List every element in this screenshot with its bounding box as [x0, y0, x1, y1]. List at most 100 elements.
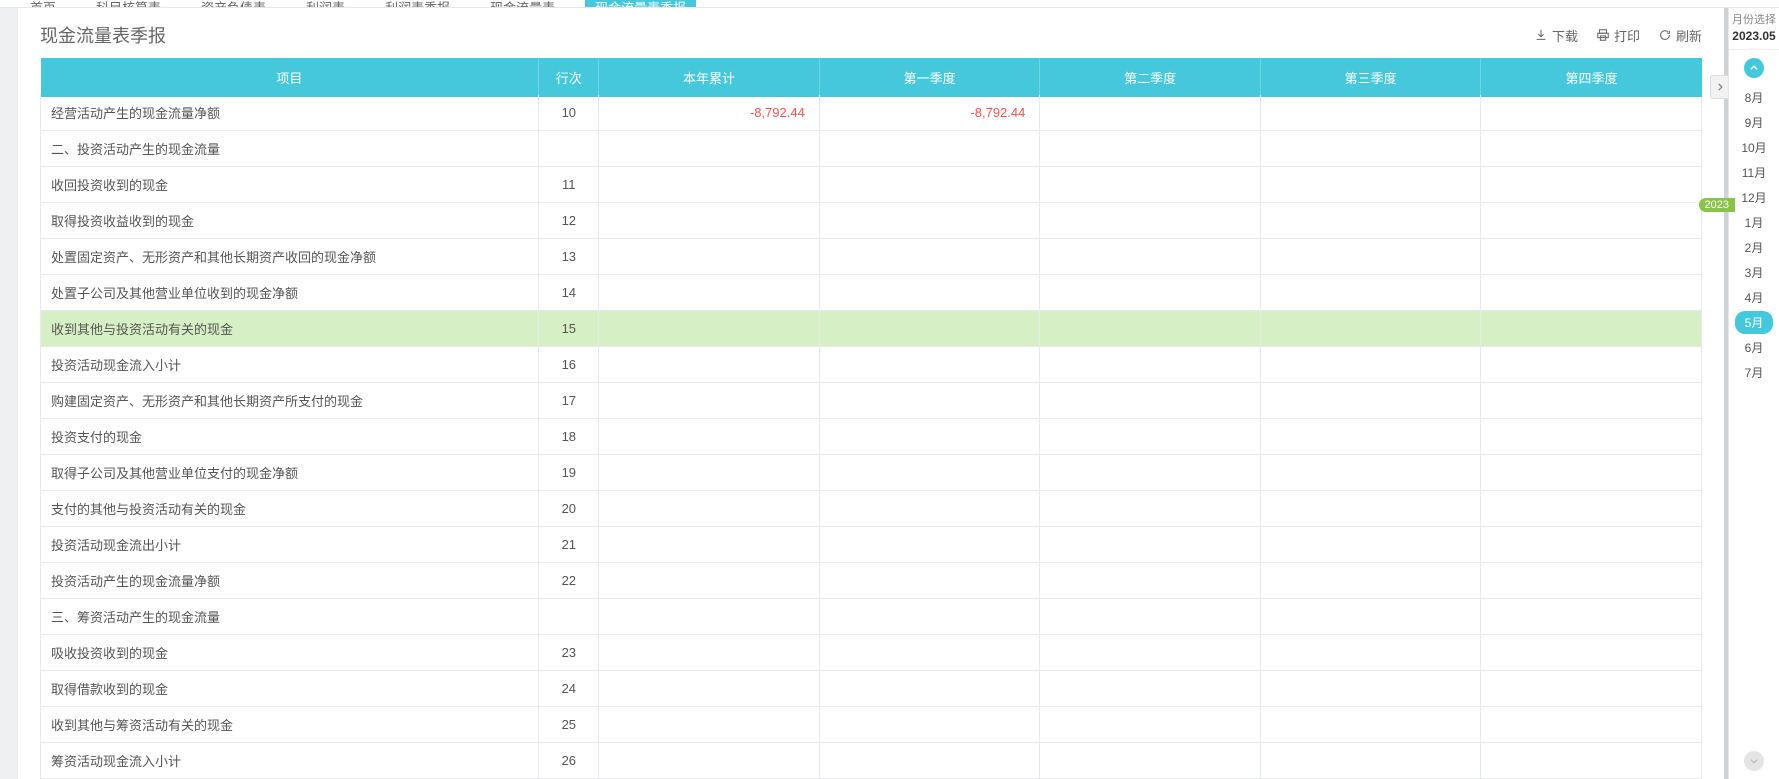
month-option[interactable]: 12月 — [1735, 186, 1773, 209]
cell-q2 — [1040, 167, 1261, 203]
month-scroll-down[interactable] — [1744, 751, 1764, 771]
cell-q1 — [819, 599, 1040, 635]
month-option[interactable]: 9月 — [1735, 111, 1773, 134]
cell-q4 — [1481, 167, 1702, 203]
month-option[interactable]: 10月 — [1735, 136, 1773, 159]
col-header-item: 项目 — [41, 58, 539, 98]
cell-ytd — [599, 239, 820, 275]
col-header-q1: 第一季度 — [819, 58, 1040, 98]
cell-q2 — [1040, 347, 1261, 383]
cell-q3 — [1260, 491, 1481, 527]
chevron-right-icon — [1715, 82, 1725, 92]
month-option[interactable]: 5月 — [1735, 311, 1773, 334]
refresh-label: 刷新 — [1676, 26, 1702, 45]
refresh-icon — [1658, 28, 1672, 42]
chevron-up-icon — [1749, 63, 1759, 73]
month-option[interactable]: 4月 — [1735, 286, 1773, 309]
month-scroll-up[interactable] — [1744, 58, 1764, 78]
table-row: 收到其他与筹资活动有关的现金25 — [41, 707, 1702, 743]
cell-q4 — [1481, 491, 1702, 527]
table-scroll[interactable]: 项目 行次 本年累计 第一季度 第二季度 第三季度 第四季度 经营活动产生的现金… — [40, 58, 1702, 779]
col-header-q3: 第三季度 — [1260, 58, 1481, 98]
cell-q2 — [1040, 455, 1261, 491]
download-label: 下载 — [1552, 26, 1578, 45]
col-header-row: 行次 — [539, 58, 599, 98]
month-option[interactable]: 7月 — [1735, 361, 1773, 384]
collapse-panel-button[interactable] — [1710, 75, 1728, 99]
cell-q1 — [819, 347, 1040, 383]
tab-4[interactable]: 利润表季报 — [375, 0, 460, 8]
cell-row: 13 — [539, 239, 599, 275]
cell-item: 收到其他与投资活动有关的现金 — [41, 311, 539, 347]
cell-row: 21 — [539, 527, 599, 563]
month-option[interactable]: 3月 — [1735, 261, 1773, 284]
cell-row — [539, 131, 599, 167]
cell-row: 12 — [539, 203, 599, 239]
cell-item: 取得子公司及其他营业单位支付的现金净额 — [41, 455, 539, 491]
tab-1[interactable]: 科目核算表 — [86, 0, 171, 8]
cell-q4 — [1481, 527, 1702, 563]
cell-ytd — [599, 527, 820, 563]
cell-row: 24 — [539, 671, 599, 707]
refresh-button[interactable]: 刷新 — [1658, 26, 1702, 45]
month-option[interactable]: 6月 — [1735, 336, 1773, 359]
cell-q1 — [819, 743, 1040, 779]
cell-ytd — [599, 203, 820, 239]
cell-ytd — [599, 167, 820, 203]
tab-0[interactable]: 首页 — [20, 0, 66, 8]
table-row: 收到其他与投资活动有关的现金15 — [41, 311, 1702, 347]
print-button[interactable]: 打印 — [1596, 26, 1640, 45]
cell-row: 15 — [539, 311, 599, 347]
cell-q1 — [819, 707, 1040, 743]
cell-q2 — [1040, 635, 1261, 671]
table-row: 取得借款收到的现金24 — [41, 671, 1702, 707]
cell-q3 — [1260, 167, 1481, 203]
cell-q3 — [1260, 527, 1481, 563]
table-row: 筹资活动现金流入小计26 — [41, 743, 1702, 779]
tab-2[interactable]: 资产负债表 — [191, 0, 276, 8]
cell-ytd — [599, 671, 820, 707]
table-row: 投资活动现金流入小计16 — [41, 347, 1702, 383]
month-option[interactable]: 8月 — [1735, 86, 1773, 109]
cell-item: 取得借款收到的现金 — [41, 671, 539, 707]
download-button[interactable]: 下载 — [1534, 26, 1578, 45]
tab-3[interactable]: 利润表 — [296, 0, 355, 8]
cell-row: 25 — [539, 707, 599, 743]
cell-q2 — [1040, 131, 1261, 167]
cell-q4 — [1481, 707, 1702, 743]
cell-q4 — [1481, 383, 1702, 419]
table-row: 处置子公司及其他营业单位收到的现金净额14 — [41, 275, 1702, 311]
table-row: 经营活动产生的现金流量净额10-8,792.44-8,792.44 — [41, 95, 1702, 131]
cell-ytd — [599, 635, 820, 671]
month-option[interactable]: 1月 — [1735, 211, 1773, 234]
cell-item: 收回投资收到的现金 — [41, 167, 539, 203]
download-icon — [1534, 28, 1548, 42]
cell-ytd — [599, 131, 820, 167]
tab-6[interactable]: 现金流量表季报 — [585, 0, 696, 8]
cell-row: 17 — [539, 383, 599, 419]
cell-q2 — [1040, 599, 1261, 635]
month-option[interactable]: 11月 — [1735, 161, 1773, 184]
cell-item: 三、筹资活动产生的现金流量 — [41, 599, 539, 635]
cell-q3 — [1260, 671, 1481, 707]
cell-q3 — [1260, 743, 1481, 779]
tab-5[interactable]: 现金流量表 — [480, 0, 565, 8]
col-header-ytd: 本年累计 — [599, 58, 820, 98]
cell-q2 — [1040, 311, 1261, 347]
month-option[interactable]: 2月 — [1735, 236, 1773, 259]
month-panel-header: 月份选择 — [1730, 8, 1778, 29]
cell-ytd: -8,792.44 — [599, 95, 820, 131]
cell-q2 — [1040, 203, 1261, 239]
cashflow-table: 项目 行次 本年累计 第一季度 第二季度 第三季度 第四季度 经营活动产生的现金… — [40, 58, 1702, 779]
cell-q1 — [819, 527, 1040, 563]
col-header-q4: 第四季度 — [1481, 58, 1702, 98]
cell-row: 26 — [539, 743, 599, 779]
table-row: 处置固定资产、无形资产和其他长期资产收回的现金净额13 — [41, 239, 1702, 275]
cell-q2 — [1040, 239, 1261, 275]
cell-row: 19 — [539, 455, 599, 491]
cell-q4 — [1481, 455, 1702, 491]
cell-q1 — [819, 131, 1040, 167]
cell-q1 — [819, 563, 1040, 599]
cell-item: 支付的其他与投资活动有关的现金 — [41, 491, 539, 527]
cell-q4 — [1481, 743, 1702, 779]
